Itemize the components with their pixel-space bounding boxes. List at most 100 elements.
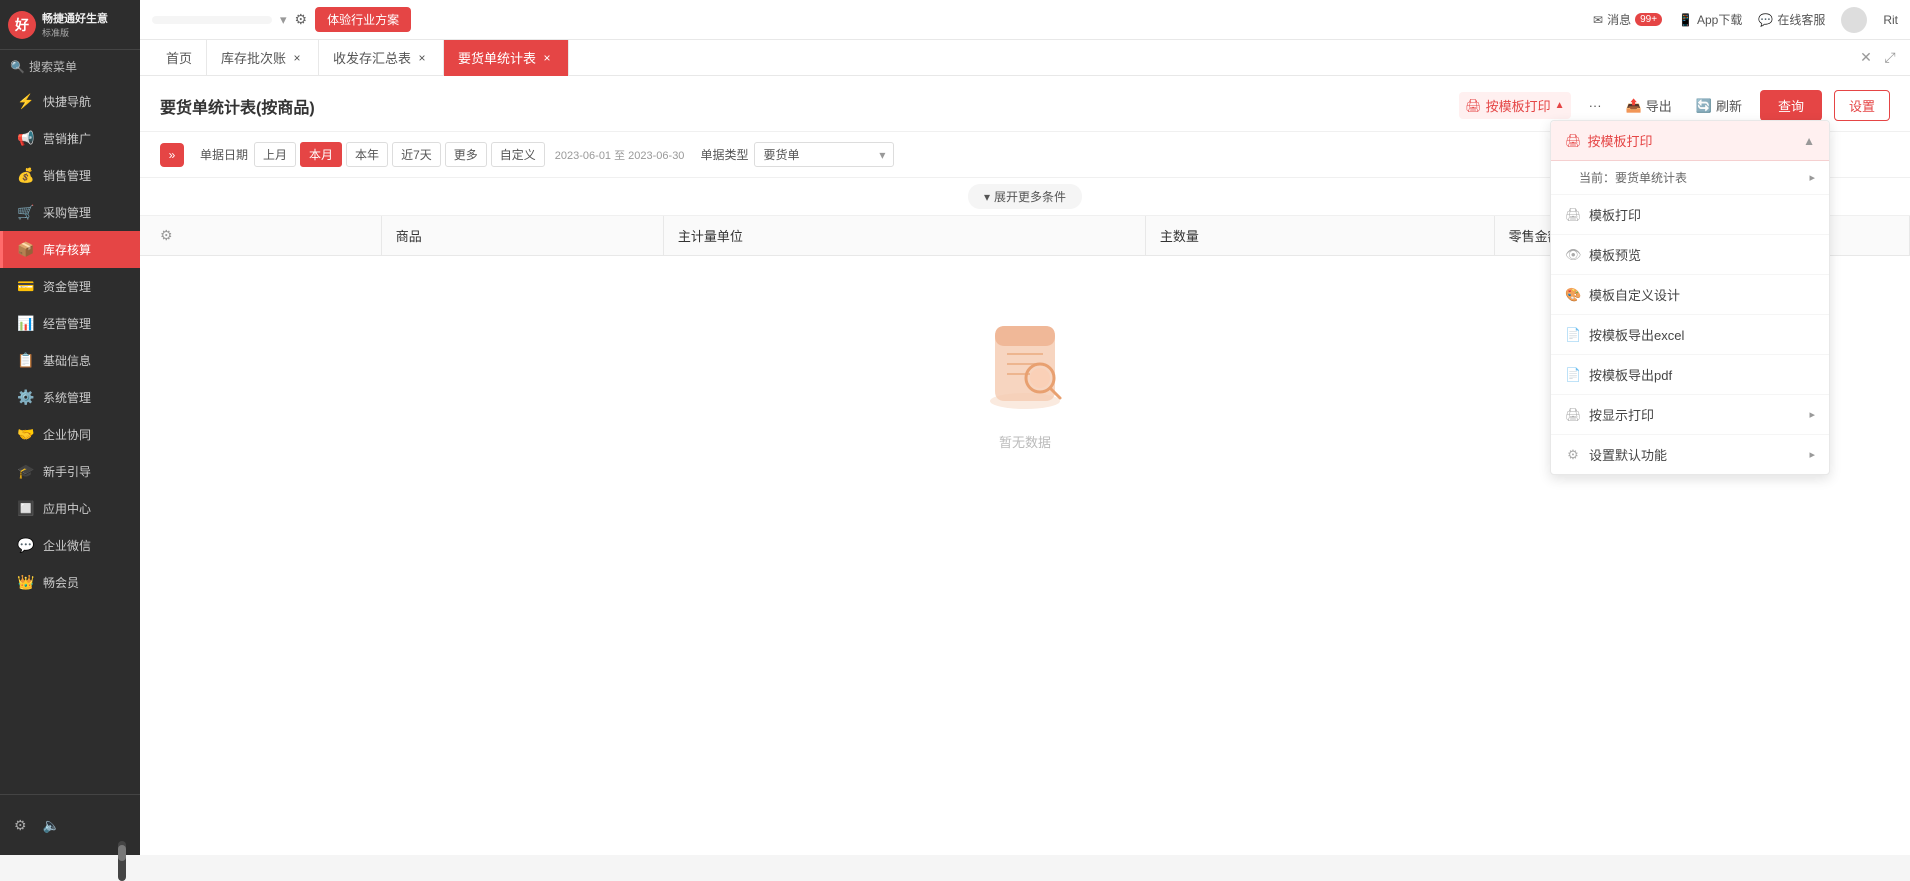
operations-icon: 📊 [17, 315, 35, 332]
tab-order-stats-close[interactable]: × [540, 51, 554, 65]
dropdown-item-display-print[interactable]: 🖨 按显示打印 ▸ [1551, 395, 1829, 435]
user-avatar[interactable] [1841, 7, 1867, 33]
topbar-online-service[interactable]: 💬 在线客服 [1758, 11, 1825, 28]
sidebar-item-finance[interactable]: 💳 资金管理 [0, 268, 140, 305]
logo-icon: 好 [8, 11, 36, 39]
query-button[interactable]: 查询 [1760, 90, 1822, 121]
dropdown-collapse-icon[interactable]: ▲ [1803, 134, 1815, 148]
template-preview-icon: 👁 [1565, 247, 1581, 263]
refresh-button[interactable]: 🔄 刷新 [1690, 92, 1748, 119]
print-template-button[interactable]: 🖨 按模板打印 ▲ [1459, 92, 1570, 119]
filter-expand-icon[interactable]: » [160, 143, 184, 167]
tab-batch-account[interactable]: 库存批次账 × [207, 40, 319, 76]
topbar-app-download[interactable]: 📱 App下载 [1678, 11, 1742, 28]
print-dropdown-panel: 🖨 按模板打印 ▲ 当前：要货单统计表 ▸ 🖨 模板打印 👁 [1550, 120, 1830, 475]
basic-icon: 📋 [17, 352, 35, 369]
more-actions-button[interactable]: ··· [1583, 94, 1608, 117]
sidebar-item-purchase[interactable]: 🛒 采购管理 [0, 194, 140, 231]
topbar-gear-icon[interactable]: ⚙ [295, 11, 308, 28]
topbar-search-box[interactable] [152, 16, 272, 24]
quick-nav-icon: ⚡ [17, 93, 35, 110]
sidebar-item-operations[interactable]: 📊 经营管理 [0, 305, 140, 342]
tab-order-stats[interactable]: 要货单统计表 × [444, 40, 569, 76]
sidebar-item-enterprise[interactable]: 🤝 企业协同 [0, 416, 140, 453]
dropdown-item-template-print[interactable]: 🖨 模板打印 [1551, 195, 1829, 235]
message-icon: ✉ [1593, 13, 1603, 27]
display-print-icon: 🖨 [1565, 407, 1581, 423]
topbar-chevron-icon[interactable]: ▾ [280, 12, 287, 28]
table-col-qty-label: 主数量 [1160, 229, 1199, 244]
print-chevron-icon: ▲ [1555, 100, 1565, 111]
export-button[interactable]: 📤 导出 [1620, 92, 1678, 119]
table-col-goods-label: 商品 [396, 229, 422, 244]
sidebar-item-inventory[interactable]: 📦 库存核算 [0, 231, 140, 268]
sidebar-item-sales[interactable]: 💰 销售管理 [0, 157, 140, 194]
tab-receipt-summary-close[interactable]: × [415, 51, 429, 65]
sidebar-scroll-thumb [118, 845, 126, 861]
sidebar-item-guide[interactable]: 🎓 新手引导 [0, 453, 140, 490]
export-label: 导出 [1646, 96, 1672, 115]
dropdown-item-template-design[interactable]: 🎨 模板自定义设计 [1551, 275, 1829, 315]
sidebar-item-apps[interactable]: 🔲 应用中心 [0, 490, 140, 527]
tab-order-stats-label: 要货单统计表 [458, 48, 536, 67]
date-filter-label: 单据日期 [200, 146, 248, 163]
sidebar-item-member[interactable]: 👑 畅会员 [0, 564, 140, 601]
table-settings-icon[interactable]: ⚙ [160, 227, 173, 243]
sidebar-item-label: 新手引导 [43, 463, 91, 480]
refresh-icon: 🔄 [1696, 98, 1712, 114]
refresh-label: 刷新 [1716, 96, 1742, 115]
sidebar-item-label: 营销推广 [43, 130, 91, 147]
page-title: 要货单统计表(按商品) [160, 94, 315, 118]
date-btn-last-month[interactable]: 上月 [254, 142, 296, 167]
dropdown-current-item[interactable]: 当前：要货单统计表 ▸ [1551, 161, 1829, 195]
sidebar-item-marketing[interactable]: 📢 营销推广 [0, 120, 140, 157]
trial-button[interactable]: 体验行业方案 [315, 7, 411, 32]
wechat-icon: 💬 [17, 537, 35, 554]
marketing-icon: 📢 [17, 130, 35, 147]
sidebar-item-wechat[interactable]: 💬 企业微信 [0, 527, 140, 564]
table-header-goods: 商品 [381, 216, 663, 256]
date-btn-this-month[interactable]: 本月 [300, 142, 342, 167]
dropdown-item-template-pdf[interactable]: 📄 按模板导出pdf [1551, 355, 1829, 395]
tab-batch-account-close[interactable]: × [290, 51, 304, 65]
filter-type-group: 单据类型 要货单 ▾ [700, 142, 894, 167]
settings-icon[interactable]: ⚙ [14, 817, 27, 834]
table-header-qty: 主数量 [1145, 216, 1494, 256]
dropdown-item-label: 模板打印 [1589, 205, 1641, 224]
sidebar-item-system[interactable]: ⚙️ 系统管理 [0, 379, 140, 416]
dropdown-item-template-preview[interactable]: 👁 模板预览 [1551, 235, 1829, 275]
maximize-window-icon[interactable]: ⤢ [1882, 50, 1898, 66]
tab-batch-account-label: 库存批次账 [221, 48, 286, 67]
sidebar-item-quick-nav[interactable]: ⚡ 快捷导航 [0, 83, 140, 120]
date-btn-custom[interactable]: 自定义 [491, 142, 545, 167]
dropdown-item-left: 🖨 按显示打印 [1565, 405, 1654, 424]
date-btn-more[interactable]: 更多 [445, 142, 487, 167]
display-print-arrow-icon: ▸ [1809, 408, 1815, 421]
sidebar-search-item[interactable]: 🔍 搜索菜单 [0, 50, 140, 83]
dropdown-item-template-excel[interactable]: 📄 按模板导出excel [1551, 315, 1829, 355]
tab-home[interactable]: 首页 [152, 40, 207, 76]
username-label[interactable]: Rit [1883, 13, 1898, 27]
date-btn-last-7-days[interactable]: 近7天 [392, 142, 441, 167]
dropdown-header: 🖨 按模板打印 ▲ [1551, 121, 1829, 161]
print-label: 按模板打印 [1486, 96, 1551, 115]
dropdown-header-label: 按模板打印 [1588, 131, 1653, 150]
close-window-icon[interactable]: ✕ [1858, 50, 1874, 66]
template-print-icon: 🖨 [1565, 207, 1581, 223]
expand-more-button[interactable]: ▾ 展开更多条件 [968, 184, 1082, 209]
app-download-label: App下载 [1697, 11, 1742, 28]
sidebar-item-label: 采购管理 [43, 204, 91, 221]
settings-button[interactable]: 设置 [1834, 90, 1890, 121]
sidebar-item-basic[interactable]: 📋 基础信息 [0, 342, 140, 379]
inventory-icon: 📦 [17, 241, 35, 258]
tab-receipt-summary[interactable]: 收发存汇总表 × [319, 40, 444, 76]
dropdown-item-default-func[interactable]: ⚙ 设置默认功能 ▸ [1551, 435, 1829, 474]
more-icon: ··· [1589, 98, 1602, 113]
date-btn-this-year[interactable]: 本年 [346, 142, 388, 167]
sidebar-search-label: 搜索菜单 [29, 58, 77, 75]
topbar-message[interactable]: ✉ 消息 99+ [1593, 11, 1662, 28]
dropdown-item-label: 模板预览 [1589, 245, 1641, 264]
type-filter-select[interactable]: 要货单 ▾ [754, 142, 894, 167]
audio-icon[interactable]: 🔈 [43, 817, 60, 834]
message-badge: 99+ [1635, 13, 1662, 26]
